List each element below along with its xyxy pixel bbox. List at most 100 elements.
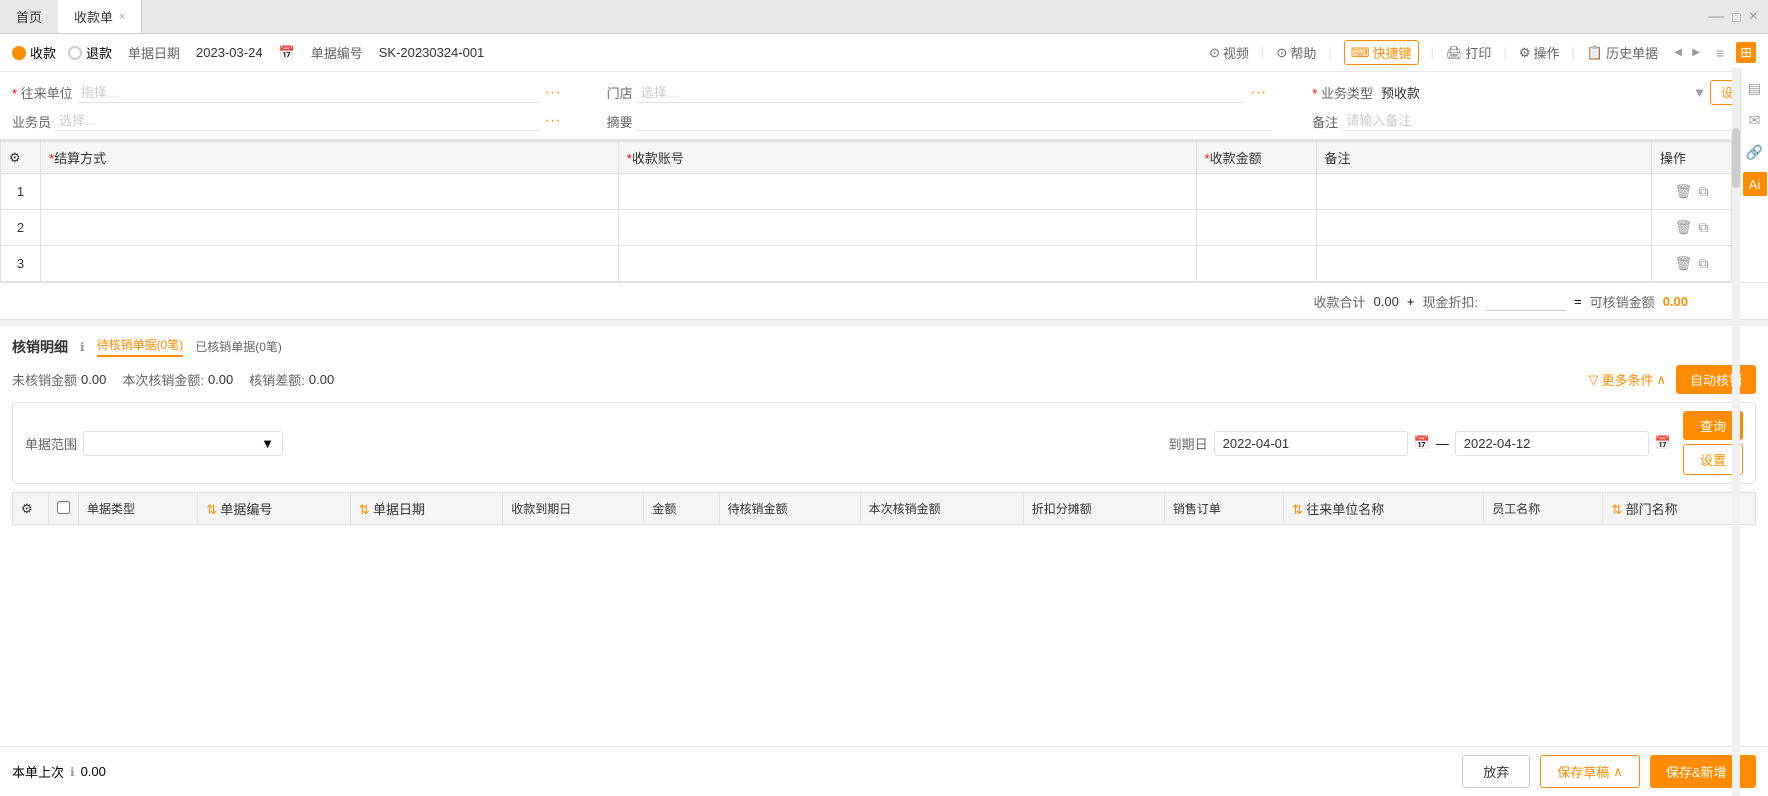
summary-input[interactable] — [637, 111, 1273, 131]
bth-settings[interactable]: ⚙ — [13, 493, 49, 525]
scroll-track — [1732, 68, 1740, 796]
filter-row: 单据范围 ▼ 到期日 📅 — 📅 查询 设置 — [12, 402, 1756, 484]
hx-section: 核销明细 ℹ 待核销单据(0笔) 已核销单据(0笔) 未核销金额 0.00 本次… — [0, 320, 1768, 796]
ops-icon: ⚙ — [1519, 45, 1531, 61]
calendar-icon[interactable]: 📅 — [279, 45, 295, 61]
hx-tab-pending[interactable]: 待核销单据(0笔) — [97, 336, 184, 357]
auto-cancel-btn[interactable]: 自动核销 — [1676, 365, 1756, 394]
bth-checkbox[interactable] — [49, 493, 79, 525]
store-input[interactable] — [637, 83, 1245, 103]
date-from-input[interactable] — [1214, 431, 1408, 456]
window-minimize-icon[interactable]: — — [1708, 8, 1724, 26]
row-amount-2[interactable] — [1196, 210, 1316, 246]
remark-label: 备注 — [1312, 112, 1342, 131]
operations-btn[interactable]: ⚙ 操作 — [1519, 43, 1560, 62]
history-btn[interactable]: 📋 历史单据 — [1587, 43, 1658, 62]
right-sidebar: ▤ ✉ 🔗 Ai — [1740, 68, 1768, 196]
bth-date: ⇅ 单据日期 — [350, 493, 503, 525]
business-type-chevron[interactable]: ▼ — [1689, 85, 1710, 100]
tab-home-label: 首页 — [16, 7, 42, 26]
store-more[interactable]: ··· — [1244, 84, 1272, 102]
remark-input[interactable] — [1342, 111, 1756, 131]
row-settlement-3[interactable] — [41, 246, 619, 282]
save-draft-chevron[interactable]: ∧ — [1613, 764, 1623, 780]
sidebar-table-icon[interactable]: ▤ — [1743, 76, 1767, 100]
row-remark-1[interactable] — [1316, 174, 1652, 210]
summary-group: 摘要 — [607, 111, 1273, 131]
per-bill-label: 本单上次 — [12, 762, 64, 781]
nav-next[interactable]: ▶ — [1688, 43, 1704, 63]
calendar-to-icon[interactable]: 📅 — [1655, 435, 1671, 451]
window-close-icon[interactable]: × — [1749, 8, 1758, 26]
hx-info-icon[interactable]: ℹ — [80, 340, 85, 354]
row-amount-1[interactable] — [1196, 174, 1316, 210]
business-type-value: 预收款 — [1377, 81, 1689, 104]
row-copy-1[interactable]: ⧉ — [1698, 183, 1708, 200]
shortcut-btn[interactable]: ⌨ 快捷键 — [1344, 40, 1419, 65]
uncancelled-value: 0.00 — [81, 372, 106, 387]
settings-icon: ⚙ — [9, 150, 21, 165]
uncancelled-label: 未核销金额 — [12, 370, 77, 389]
discount-input[interactable] — [1486, 291, 1566, 311]
counter-party-input[interactable] — [77, 83, 539, 103]
form-row-2: 业务员 ··· 摘要 备注 — [12, 111, 1756, 131]
shortcut-label: 快捷键 — [1373, 43, 1412, 62]
radio-payment[interactable]: 收款 — [12, 43, 56, 62]
save-new-btn[interactable]: 保存&新增 ∧ — [1650, 755, 1756, 788]
video-btn[interactable]: ⊙ 视频 — [1209, 43, 1249, 62]
plus-sign: + — [1407, 294, 1415, 309]
row-settlement-1[interactable] — [41, 174, 619, 210]
counter-party-more[interactable]: ··· — [539, 84, 567, 102]
row-delete-3[interactable]: 🗑 — [1675, 255, 1693, 272]
row-account-3[interactable] — [618, 246, 1196, 282]
store-label: 门店 — [607, 83, 637, 102]
due-date-label: 到期日 — [1169, 434, 1208, 453]
business-type-group: 业务类型 预收款 ▼ 设置 — [1312, 80, 1756, 105]
row-settlement-2[interactable] — [41, 210, 619, 246]
row-copy-2[interactable]: ⧉ — [1698, 219, 1708, 236]
tab-home[interactable]: 首页 — [0, 0, 58, 33]
row-remark-3[interactable] — [1316, 246, 1652, 282]
staff-input[interactable] — [55, 111, 539, 131]
more-conditions-btn[interactable]: ▽ 更多条件 ∧ — [1588, 370, 1666, 389]
scroll-thumb[interactable] — [1732, 128, 1740, 188]
radio-payment-label: 收款 — [30, 43, 56, 62]
staff-more[interactable]: ··· — [539, 112, 567, 130]
sidebar-ai-icon[interactable]: Ai — [1743, 172, 1767, 196]
th-settlement: *结算方式 — [41, 142, 619, 174]
tab-close-icon[interactable]: × — [119, 11, 125, 23]
row-remark-2[interactable] — [1316, 210, 1652, 246]
print-btn[interactable]: 🖨 打印 — [1446, 43, 1492, 62]
hx-tab-done[interactable]: 已核销单据(0笔) — [195, 338, 282, 355]
window-maximize-icon[interactable]: □ — [1732, 9, 1740, 25]
row-account-1[interactable] — [618, 174, 1196, 210]
th-settings[interactable]: ⚙ — [1, 142, 41, 174]
sidebar-email-icon[interactable]: ✉ — [1743, 108, 1767, 132]
bill-no-label: 单据编号 — [311, 43, 363, 62]
list-view-icon[interactable]: ≡ — [1716, 45, 1724, 61]
chevron-up-icon: ∧ — [1656, 372, 1666, 388]
tab-bar-right: — □ × — [1708, 8, 1768, 26]
row-delete-2[interactable]: 🗑 — [1675, 219, 1693, 236]
help-btn[interactable]: ⊙ 帮助 — [1276, 43, 1316, 62]
date-to-input[interactable] — [1455, 431, 1649, 456]
bth-order: 销售订单 — [1164, 493, 1283, 525]
range-select[interactable]: ▼ — [83, 431, 283, 456]
row-account-2[interactable] — [618, 210, 1196, 246]
discard-btn[interactable]: 放弃 — [1462, 755, 1530, 788]
tab-active[interactable]: 收款单 × — [58, 0, 142, 33]
row-copy-3[interactable]: ⧉ — [1698, 255, 1708, 272]
bth-due-date: 收款到期日 — [503, 493, 644, 525]
radio-refund[interactable]: 退款 — [68, 43, 112, 62]
footer-info-icon[interactable]: ℹ — [70, 765, 75, 779]
save-draft-btn[interactable]: 保存草稿 ∧ — [1540, 755, 1640, 788]
stat-diff: 核销差额: 0.00 — [249, 370, 334, 389]
grid-view-icon[interactable]: ⊞ — [1736, 42, 1756, 63]
row-delete-1[interactable]: 🗑 — [1675, 183, 1693, 200]
select-all-checkbox[interactable] — [57, 501, 70, 514]
calendar-from-icon[interactable]: 📅 — [1414, 435, 1430, 451]
row-amount-3[interactable] — [1196, 246, 1316, 282]
nav-prev[interactable]: ◀ — [1670, 43, 1686, 63]
filter-right: ▽ 更多条件 ∧ 自动核销 — [1588, 365, 1756, 394]
sidebar-link-icon[interactable]: 🔗 — [1743, 140, 1767, 164]
